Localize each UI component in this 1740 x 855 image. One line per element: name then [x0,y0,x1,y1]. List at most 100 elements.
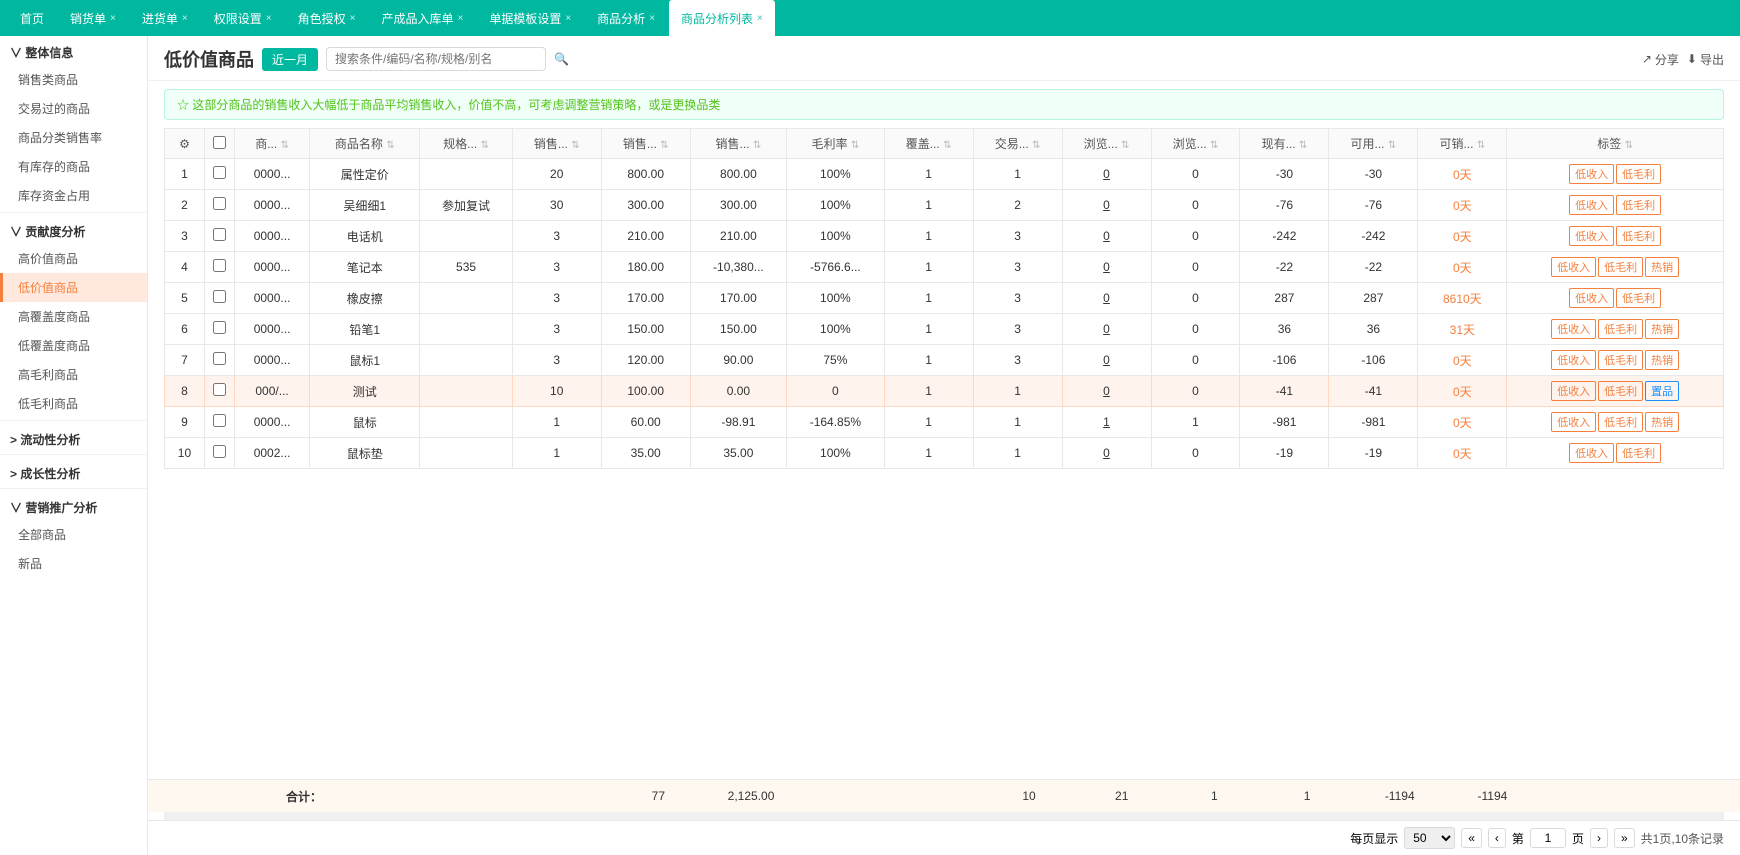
sidebar-group-contribution[interactable]: ∨ 贡献度分析 [0,215,147,244]
cell-view1[interactable]: 0 [1062,438,1151,469]
sidebar-item-sales-products[interactable]: 销售类商品 [0,65,147,94]
sidebar-item-traded-products[interactable]: 交易过的商品 [0,94,147,123]
row-checkbox[interactable] [213,414,226,427]
sidebar-item-low-value[interactable]: 低价值商品 [0,273,147,302]
col-stock2[interactable]: 可用... ⇅ [1329,129,1418,159]
sidebar-item-high-coverage[interactable]: 高覆盖度商品 [0,302,147,331]
sidebar-group-marketing[interactable]: ∨ 营销推广分析 [0,491,147,520]
nav-purchase[interactable]: 进货单 × [130,0,200,36]
col-sales3[interactable]: 销售... ⇅ [690,129,786,159]
nav-templates[interactable]: 单据模板设置 × [477,0,583,36]
cell-checkbox[interactable] [204,407,234,438]
nav-products[interactable]: 产成品入库单 × [369,0,475,36]
table-container[interactable]: ⚙ 商... ⇅ 商品名称 ⇅ 规格... ⇅ 销售... ⇅ 销售... ⇅ … [148,128,1740,779]
close-icon[interactable]: × [649,13,655,24]
share-button[interactable]: ↗ 分享 [1642,51,1679,68]
col-amount[interactable]: 销售... ⇅ [601,129,690,159]
col-checkbox[interactable] [204,129,234,159]
row-checkbox[interactable] [213,383,226,396]
cell-view1[interactable]: 0 [1062,252,1151,283]
select-all-checkbox[interactable] [213,136,226,149]
search-icon[interactable]: 🔍 [554,52,569,66]
cell-view1[interactable]: 1 [1062,407,1151,438]
cell-checkbox[interactable] [204,252,234,283]
cell-view1[interactable]: 0 [1062,159,1151,190]
col-stock3[interactable]: 可销... ⇅ [1418,129,1507,159]
nav-roles[interactable]: 角色授权 × [286,0,368,36]
sidebar-group-overall[interactable]: ∨ 整体信息 [0,36,147,65]
nav-sales[interactable]: 销货单 × [58,0,128,36]
row-checkbox[interactable] [213,445,226,458]
row-checkbox[interactable] [213,290,226,303]
sidebar-item-all-products[interactable]: 全部商品 [0,520,147,549]
col-view2[interactable]: 浏览... ⇅ [1151,129,1240,159]
col-gear[interactable]: ⚙ [165,129,205,159]
sidebar-item-high-margin[interactable]: 高毛利商品 [0,360,147,389]
cell-view1[interactable]: 0 [1062,221,1151,252]
view1-link[interactable]: 0 [1103,291,1110,305]
sidebar-item-high-value[interactable]: 高价值商品 [0,244,147,273]
page-number-input[interactable] [1530,828,1566,848]
nav-product-analysis-list[interactable]: 商品分析列表 × [669,0,775,36]
cell-checkbox[interactable] [204,283,234,314]
close-icon[interactable]: × [266,13,272,24]
cell-checkbox[interactable] [204,221,234,252]
horizontal-scrollbar[interactable] [164,812,1724,820]
last-page-button[interactable]: » [1614,828,1635,848]
cell-checkbox[interactable] [204,438,234,469]
row-checkbox[interactable] [213,228,226,241]
row-checkbox[interactable] [213,166,226,179]
nav-home[interactable]: 首页 [8,0,56,36]
col-qty[interactable]: 销售... ⇅ [512,129,601,159]
col-stock1[interactable]: 现有... ⇅ [1240,129,1329,159]
cell-view1[interactable]: 0 [1062,190,1151,221]
col-code[interactable]: 商... ⇅ [234,129,309,159]
view1-link[interactable]: 0 [1103,353,1110,367]
cell-view1[interactable]: 0 [1062,314,1151,345]
nav-product-analysis[interactable]: 商品分析 × [585,0,667,36]
cell-checkbox[interactable] [204,190,234,221]
filter-button[interactable]: 近一月 [262,48,318,71]
nav-permissions[interactable]: 权限设置 × [202,0,284,36]
col-trade[interactable]: 交易... ⇅ [973,129,1062,159]
next-page-button[interactable]: › [1590,828,1608,848]
cell-view1[interactable]: 0 [1062,345,1151,376]
close-icon[interactable]: × [350,13,356,24]
cell-view1[interactable]: 0 [1062,283,1151,314]
row-checkbox[interactable] [213,259,226,272]
search-input[interactable] [326,47,546,71]
cell-view1[interactable]: 0 [1062,376,1151,407]
view1-link[interactable]: 0 [1103,167,1110,181]
col-tags[interactable]: 标签 ⇅ [1507,129,1724,159]
cell-checkbox[interactable] [204,314,234,345]
cell-checkbox[interactable] [204,159,234,190]
view1-link[interactable]: 0 [1103,384,1110,398]
cell-checkbox[interactable] [204,345,234,376]
sidebar-item-new-products[interactable]: 新品 [0,549,147,578]
prev-page-button[interactable]: ‹ [1488,828,1506,848]
close-icon[interactable]: × [182,13,188,24]
view1-link[interactable]: 1 [1103,415,1110,429]
sidebar-item-stock-products[interactable]: 有库存的商品 [0,152,147,181]
first-page-button[interactable]: « [1461,828,1482,848]
row-checkbox[interactable] [213,352,226,365]
col-margin[interactable]: 毛利率 ⇅ [787,129,885,159]
sidebar-item-category-sales[interactable]: 商品分类销售率 [0,123,147,152]
col-spec[interactable]: 规格... ⇅ [420,129,512,159]
close-icon[interactable]: × [457,13,463,24]
view1-link[interactable]: 0 [1103,446,1110,460]
view1-link[interactable]: 0 [1103,229,1110,243]
view1-link[interactable]: 0 [1103,260,1110,274]
sidebar-item-low-coverage[interactable]: 低覆盖度商品 [0,331,147,360]
row-checkbox[interactable] [213,197,226,210]
close-icon[interactable]: × [565,13,571,24]
close-icon[interactable]: × [110,13,116,24]
col-coverage[interactable]: 覆盖... ⇅ [884,129,973,159]
close-icon[interactable]: × [757,13,763,24]
cell-checkbox[interactable] [204,376,234,407]
sidebar-group-growth[interactable]: > 成长性分析 [0,457,147,486]
page-size-select[interactable]: 50 100 200 [1404,827,1455,849]
row-checkbox[interactable] [213,321,226,334]
sidebar-group-liquidity[interactable]: > 流动性分析 [0,423,147,452]
col-name[interactable]: 商品名称 ⇅ [310,129,420,159]
